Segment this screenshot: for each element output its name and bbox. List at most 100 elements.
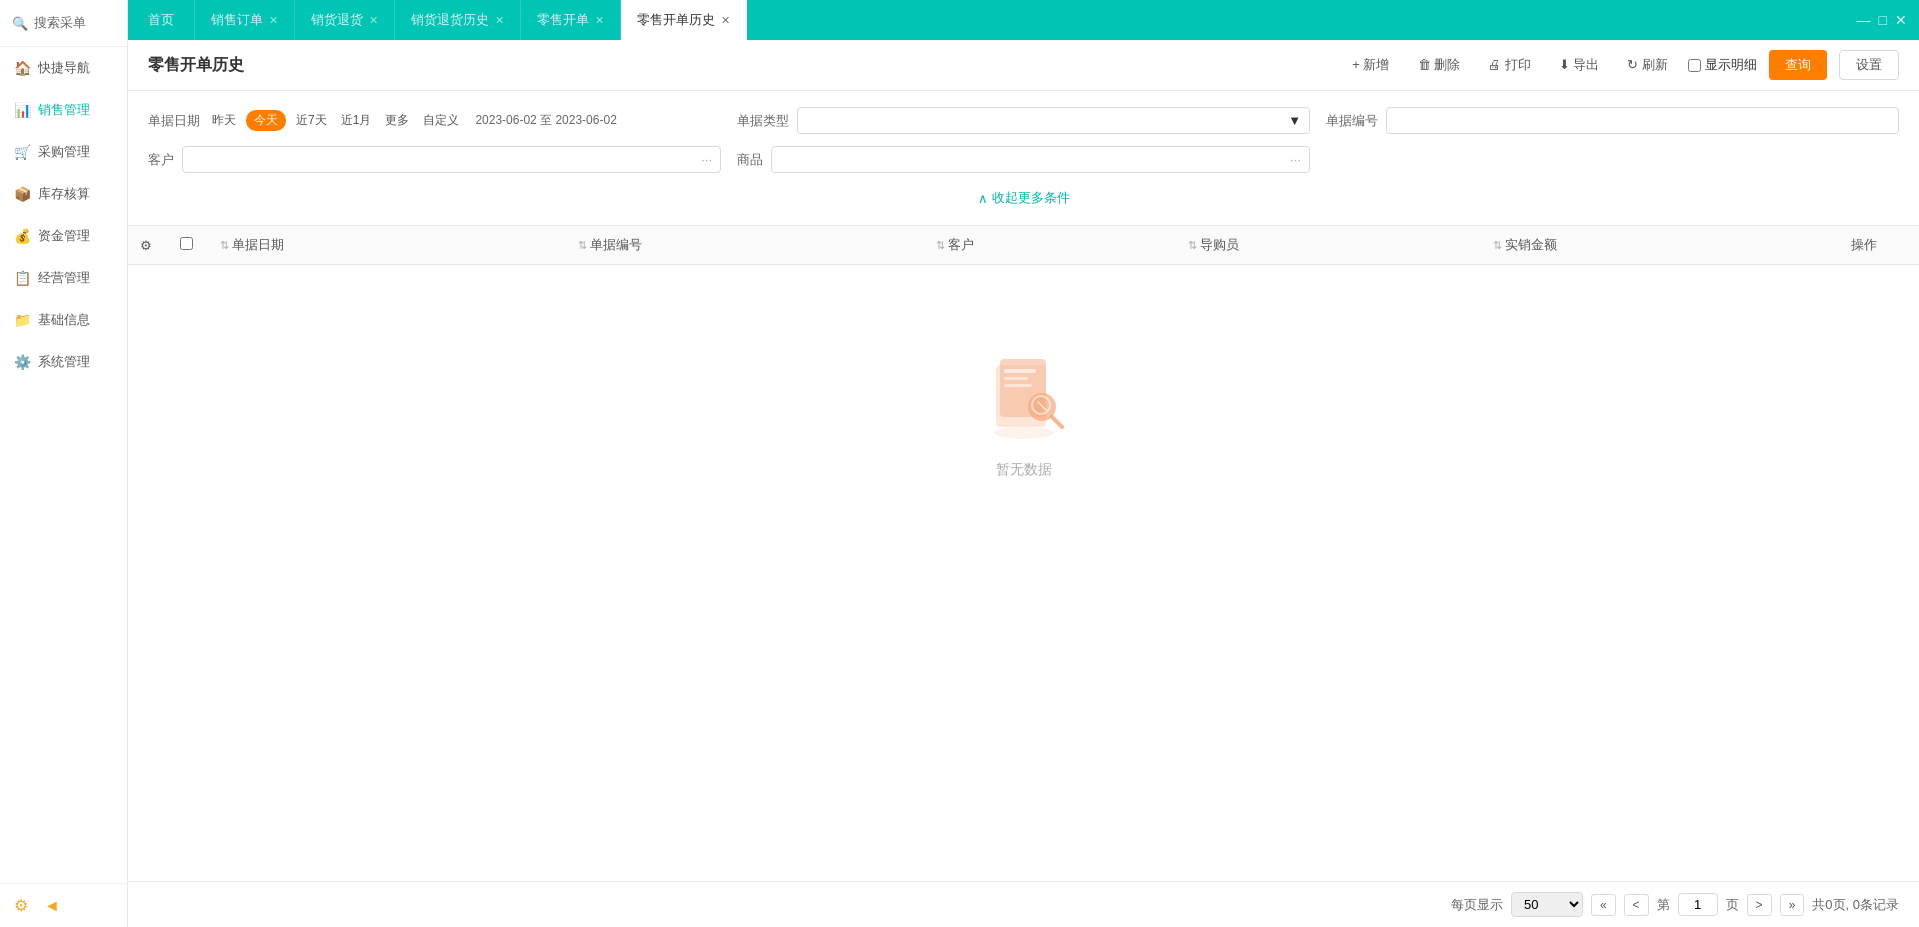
sidebar-item-sales-mgmt[interactable]: 📊 销售管理 — [0, 89, 127, 131]
page-area: 零售开单历史 + 新增 🗑 删除 🖨 打印 ⬇ 导出 ↻ 刷新 显示明细 查询 … — [128, 40, 1919, 927]
page-size-select[interactable]: 10 20 50 100 — [1511, 892, 1583, 917]
settings-button[interactable]: 设置 — [1839, 50, 1899, 80]
shortcut-1month[interactable]: 近1月 — [337, 110, 376, 131]
sales-icon: 📊 — [14, 102, 30, 118]
goods-label: 商品 — [737, 151, 763, 169]
first-page-button[interactable]: « — [1591, 894, 1616, 916]
collapse-sidebar-icon[interactable]: ◄ — [44, 897, 60, 915]
refresh-button[interactable]: ↻ 刷新 — [1619, 52, 1676, 78]
svg-rect-4 — [1004, 377, 1028, 380]
th-actions: 操作 — [1839, 226, 1919, 265]
add-button[interactable]: + 新增 — [1344, 52, 1397, 78]
prev-page-button[interactable]: < — [1624, 894, 1649, 916]
number-input[interactable] — [1386, 107, 1899, 134]
th-date[interactable]: 单据日期 — [208, 226, 566, 265]
sys-icon: ⚙️ — [14, 354, 30, 370]
sidebar-item-quick-nav[interactable]: 🏠 快捷导航 — [0, 47, 127, 89]
print-button[interactable]: 🖨 打印 — [1480, 52, 1539, 78]
minimize-button[interactable]: — — [1857, 12, 1871, 28]
sidebar-search-label: 搜索采单 — [34, 14, 86, 32]
tab-sales-return-history[interactable]: 销货退货历史 ✕ — [395, 0, 521, 40]
type-select-arrow: ▼ — [1288, 113, 1301, 128]
tab-sales-order-close[interactable]: ✕ — [269, 14, 278, 27]
collapse-button[interactable]: ∧ 收起更多条件 — [974, 185, 1074, 211]
collapse-label: 收起更多条件 — [992, 189, 1070, 207]
sidebar-item-label: 销售管理 — [38, 101, 90, 119]
tab-sales-return-close[interactable]: ✕ — [369, 14, 378, 27]
filter-row-2: 客户 ··· 商品 ··· — [148, 146, 1899, 173]
sidebar-menu: 🏠 快捷导航 📊 销售管理 🛒 采购管理 📦 库存核算 💰 资金管理 📋 经营管… — [0, 47, 127, 883]
shortcut-7days[interactable]: 近7天 — [292, 110, 331, 131]
page-title: 零售开单历史 — [148, 55, 244, 76]
toolbar-actions: + 新增 🗑 删除 🖨 打印 ⬇ 导出 ↻ 刷新 显示明细 查询 设置 — [1344, 50, 1899, 80]
customer-select[interactable]: ··· — [182, 146, 721, 173]
show-detail-checkbox-wrapper[interactable]: 显示明细 — [1688, 56, 1757, 74]
sidebar-item-label: 经营管理 — [38, 269, 90, 287]
sidebar-item-inventory[interactable]: 📦 库存核算 — [0, 173, 127, 215]
empty-text: 暂无数据 — [996, 461, 1052, 479]
shortcut-custom[interactable]: 自定义 — [419, 110, 463, 131]
sidebar-bottom: ⚙ ◄ — [0, 883, 127, 927]
filter-date-item: 单据日期 昨天 今天 近7天 近1月 更多 自定义 2023-06-02 至 2… — [148, 110, 721, 131]
shortcut-today[interactable]: 今天 — [246, 110, 286, 131]
sidebar-item-label: 系统管理 — [38, 353, 90, 371]
tab-home-label: 首页 — [148, 11, 174, 29]
home-icon: 🏠 — [14, 60, 30, 76]
svg-point-0 — [994, 427, 1054, 439]
th-settings[interactable]: ⚙ — [128, 226, 168, 265]
delete-button[interactable]: 🗑 删除 — [1410, 52, 1469, 78]
sidebar-item-basic-info[interactable]: 📁 基础信息 — [0, 299, 127, 341]
filter-type-item: 单据类型 ▼ — [737, 107, 1310, 134]
pagination: 每页显示 10 20 50 100 « < 第 页 > » 共0页, 0条记录 — [128, 881, 1919, 927]
tab-retail-open-history-close[interactable]: ✕ — [721, 14, 730, 27]
sidebar-search[interactable]: 🔍 搜索采单 — [0, 0, 127, 47]
sidebar-item-label: 快捷导航 — [38, 59, 90, 77]
tab-home[interactable]: 首页 — [128, 0, 195, 40]
th-checkbox[interactable] — [168, 226, 208, 265]
date-shortcuts: 昨天 今天 近7天 近1月 更多 自定义 — [208, 110, 463, 131]
date-label: 单据日期 — [148, 112, 200, 130]
next-page-button[interactable]: > — [1747, 894, 1772, 916]
page-text-prefix: 第 — [1657, 896, 1670, 914]
operations-icon: 📋 — [14, 270, 30, 286]
shortcut-more[interactable]: 更多 — [381, 110, 413, 131]
th-guide[interactable]: 导购员 — [1176, 226, 1481, 265]
goods-select[interactable]: ··· — [771, 146, 1310, 173]
sidebar-item-label: 基础信息 — [38, 311, 90, 329]
settings-bottom-icon[interactable]: ⚙ — [14, 896, 28, 915]
tab-retail-open-history[interactable]: 零售开单历史 ✕ — [621, 0, 747, 40]
close-button[interactable]: ✕ — [1895, 12, 1907, 28]
customer-ellipsis: ··· — [701, 152, 712, 167]
th-number[interactable]: 单据编号 — [566, 226, 924, 265]
basic-info-icon: 📁 — [14, 312, 30, 328]
last-page-button[interactable]: » — [1780, 894, 1805, 916]
tab-sales-order[interactable]: 销售订单 ✕ — [195, 0, 295, 40]
table-header-row: ⚙ 单据日期 单据编号 客户 导购员 实销金额 操作 — [128, 226, 1919, 265]
tab-retail-open-close[interactable]: ✕ — [595, 14, 604, 27]
th-amount[interactable]: 实销金额 — [1481, 226, 1839, 265]
table-body: 暂无数据 — [128, 265, 1919, 560]
show-detail-checkbox[interactable] — [1688, 59, 1701, 72]
sidebar-item-finance[interactable]: 💰 资金管理 — [0, 215, 127, 257]
tab-sales-return[interactable]: 销货退货 ✕ — [295, 0, 395, 40]
tab-bar: 首页 销售订单 ✕ 销货退货 ✕ 销货退货历史 ✕ 零售开单 ✕ 零售开单历史 … — [128, 0, 1919, 40]
tab-sales-return-history-close[interactable]: ✕ — [495, 14, 504, 27]
type-select[interactable]: ▼ — [797, 107, 1310, 134]
th-customer[interactable]: 客户 — [924, 226, 1176, 265]
sidebar-item-label: 资金管理 — [38, 227, 90, 245]
sidebar-item-sys-mgmt[interactable]: ⚙️ 系统管理 — [0, 341, 127, 383]
export-button[interactable]: ⬇ 导出 — [1551, 52, 1608, 78]
tab-retail-open[interactable]: 零售开单 ✕ — [521, 0, 621, 40]
tab-sales-return-history-label: 销货退货历史 — [411, 11, 489, 29]
page-number-input[interactable] — [1678, 893, 1718, 916]
toolbar: 零售开单历史 + 新增 🗑 删除 🖨 打印 ⬇ 导出 ↻ 刷新 显示明细 查询 … — [128, 40, 1919, 91]
sidebar-item-purchase-mgmt[interactable]: 🛒 采购管理 — [0, 131, 127, 173]
shortcut-yesterday[interactable]: 昨天 — [208, 110, 240, 131]
query-button[interactable]: 查询 — [1769, 50, 1827, 80]
sidebar-item-operations[interactable]: 📋 经营管理 — [0, 257, 127, 299]
svg-rect-5 — [1004, 384, 1032, 387]
show-detail-label: 显示明细 — [1705, 56, 1757, 74]
maximize-button[interactable]: □ — [1879, 12, 1887, 28]
purchase-icon: 🛒 — [14, 144, 30, 160]
select-all-checkbox[interactable] — [180, 237, 193, 250]
